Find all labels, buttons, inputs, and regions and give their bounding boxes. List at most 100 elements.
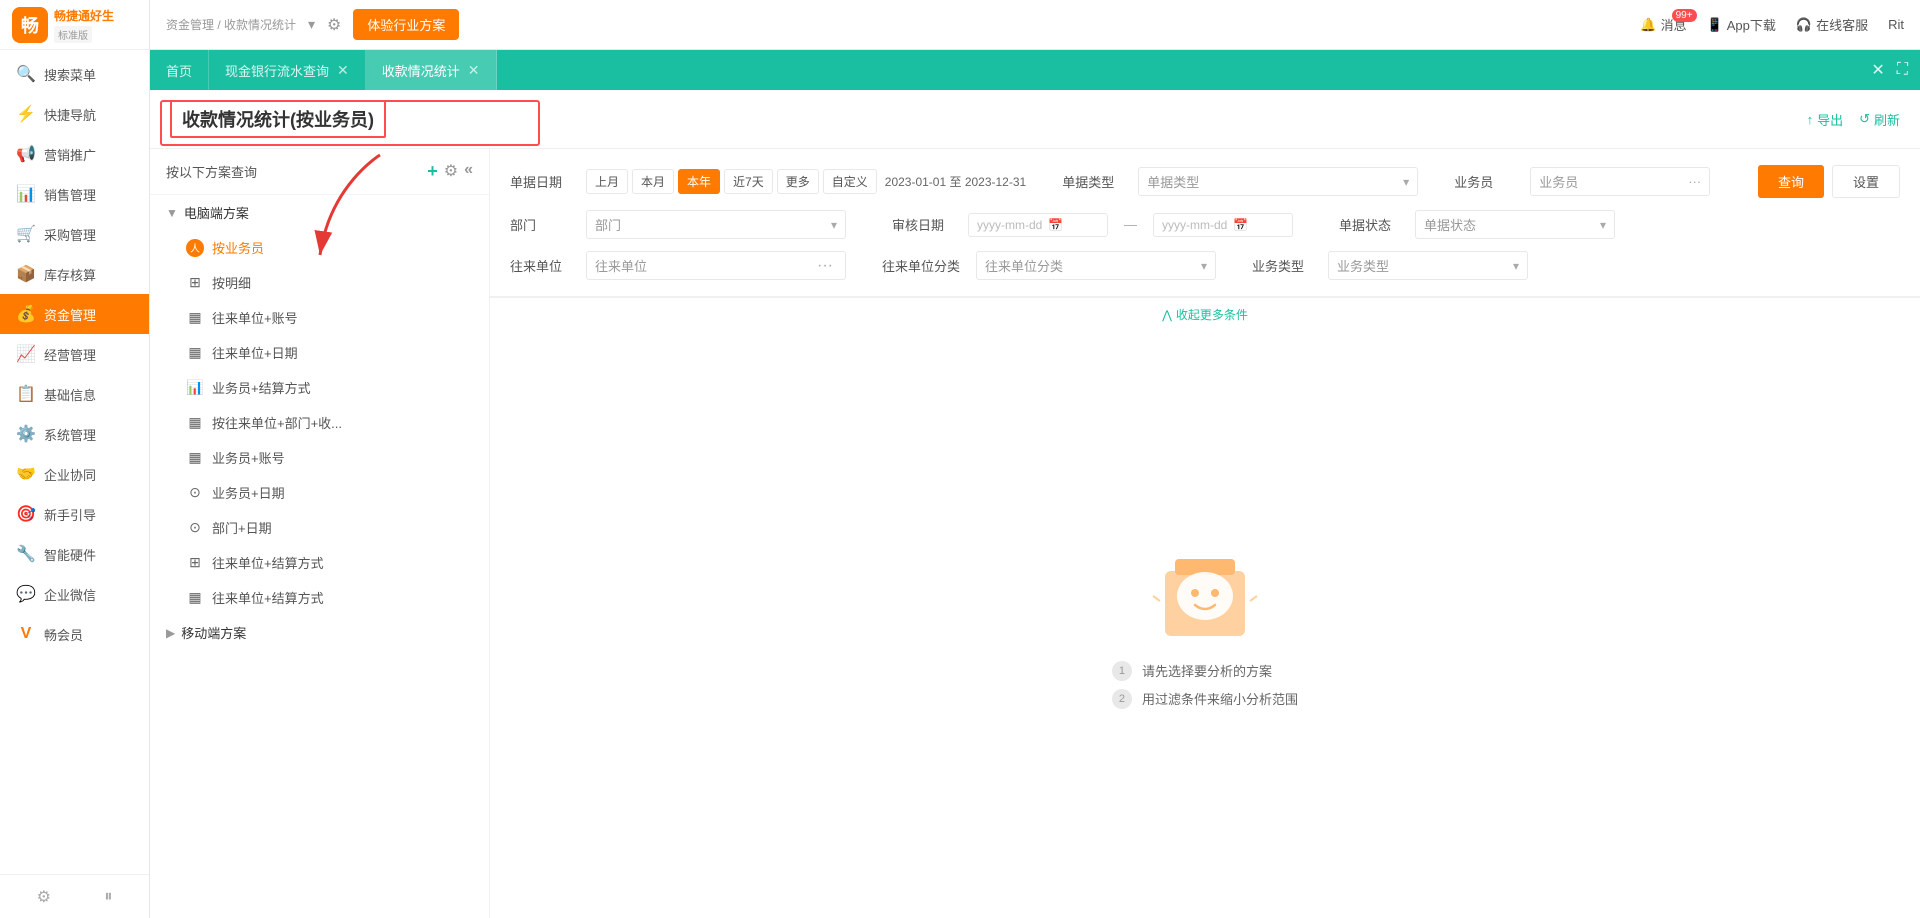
sidebar-item-inventory[interactable]: 📦 库存核算	[0, 254, 149, 294]
sidebar-item-quicknav[interactable]: ⚡ 快捷导航	[0, 94, 149, 134]
scheme-item-partner-settle1[interactable]: ⊞ 往来单位+结算方式	[150, 545, 489, 580]
salesperson-label: 业务员	[1454, 172, 1514, 191]
sidebar-item-label: 资金管理	[44, 305, 96, 324]
sidebar-item-label: 企业微信	[44, 585, 96, 604]
breadcrumb: 资金管理 / 收款情况统计	[166, 16, 296, 33]
date-btn-this-year[interactable]: 本年	[678, 169, 720, 194]
table3-icon: ▦	[186, 414, 204, 432]
empty-state: 1 请先选择要分析的方案 2 用过滤条件来缩小分析范围	[490, 331, 1920, 918]
sidebar-item-sales[interactable]: 📊 销售管理	[0, 174, 149, 214]
sidebar-item-hardware[interactable]: 🔧 智能硬件	[0, 534, 149, 574]
sidebar-item-guide[interactable]: 🎯 新手引导	[0, 494, 149, 534]
scheme-settings-button[interactable]: ⚙	[444, 161, 458, 182]
sidebar-item-label: 畅会员	[44, 625, 83, 644]
header-gear-icon[interactable]: ⚙	[327, 15, 341, 35]
type-select[interactable]: 单据类型 ▾	[1138, 167, 1418, 196]
breadcrumb-dropdown-icon[interactable]: ▾	[308, 16, 315, 33]
scheme-item-salesperson-settle[interactable]: 📊 业务员+结算方式	[150, 370, 489, 405]
review-date-start-input[interactable]: yyyy-mm-dd 📅	[968, 213, 1108, 237]
close-all-tabs-icon[interactable]: ✕	[1871, 60, 1884, 80]
sidebar-item-wechat[interactable]: 💬 企业微信	[0, 574, 149, 614]
review-date-end-input[interactable]: yyyy-mm-dd 📅	[1153, 213, 1293, 237]
sidebar-item-label: 采购管理	[44, 225, 96, 244]
sidebar-item-label: 经营管理	[44, 345, 96, 364]
partner-select[interactable]: 往来单位 ···	[586, 251, 846, 280]
salesperson-select[interactable]: 业务员 ···	[1530, 167, 1710, 196]
message-button[interactable]: 🔔 消息 99+	[1640, 15, 1686, 34]
dept-select[interactable]: 部门 ▾	[586, 210, 846, 239]
scheme-item-salesperson-date[interactable]: ⊙ 业务员+日期	[150, 475, 489, 510]
empty-step-2: 2 用过滤条件来缩小分析范围	[1112, 689, 1298, 709]
scheme-item-partner-account[interactable]: ▦ 往来单位+账号	[150, 300, 489, 335]
scheme-title: 按以下方案查询	[166, 162, 257, 181]
purchase-icon: 🛒	[16, 224, 36, 244]
refresh-button[interactable]: ↺ 刷新	[1859, 110, 1900, 129]
user-info[interactable]: Rit	[1888, 17, 1904, 32]
scheme-item-label: 往来单位+结算方式	[212, 553, 324, 572]
tab-bank-flow[interactable]: 现金银行流水查询 ✕	[209, 50, 366, 90]
sidebar-item-system[interactable]: ⚙️ 系统管理	[0, 414, 149, 454]
nav-list: 🔍 搜索菜单 ⚡ 快捷导航 📢 营销推广 📊 销售管理 🛒 采购管理 📦 库存核…	[0, 50, 149, 874]
collapse-sidebar-icon[interactable]: ⏸	[104, 888, 112, 906]
scheme-item-partner-settle2[interactable]: ▦ 往来单位+结算方式	[150, 580, 489, 615]
sidebar-item-enterprise[interactable]: 🤝 企业协同	[0, 454, 149, 494]
sidebar-item-basic[interactable]: 📋 基础信息	[0, 374, 149, 414]
enterprise-icon: 🤝	[16, 464, 36, 484]
date-btn-custom[interactable]: 自定义	[823, 169, 877, 194]
scheme-item-label: 往来单位+日期	[212, 343, 298, 362]
date-btn-this-month[interactable]: 本月	[632, 169, 674, 194]
tab-receivable-close-icon[interactable]: ✕	[468, 62, 480, 79]
sidebar-item-operation[interactable]: 📈 经营管理	[0, 334, 149, 374]
logo-area: 畅 畅捷通好生 标准版	[0, 0, 149, 50]
expand-tabs-icon[interactable]: ⛶	[1897, 61, 1908, 79]
scheme-item-dept-date[interactable]: ⊙ 部门+日期	[150, 510, 489, 545]
operation-icon: 📈	[16, 344, 36, 364]
scheme-collapse-button[interactable]: «	[464, 161, 473, 182]
trial-button[interactable]: 体验行业方案	[353, 9, 459, 40]
scheme-group-mobile-header[interactable]: ▶ 移动端方案	[150, 615, 489, 650]
query-button[interactable]: 查询	[1758, 165, 1824, 198]
scheme-item-salesperson-account[interactable]: ▦ 业务员+账号	[150, 440, 489, 475]
date-btn-last-month[interactable]: 上月	[586, 169, 628, 194]
online-service-button[interactable]: 🎧 在线客服	[1796, 15, 1868, 34]
tab-receivable[interactable]: 收款情况统计 ✕	[366, 50, 497, 90]
scheme-actions: + ⚙ «	[427, 161, 473, 182]
scheme-item-partner-dept[interactable]: ▦ 按往来单位+部门+收...	[150, 405, 489, 440]
tab-bank-flow-close-icon[interactable]: ✕	[337, 62, 349, 79]
partner-category-chevron-icon: ▾	[1201, 259, 1207, 273]
search-icon: 🔍	[16, 64, 36, 84]
set-button[interactable]: 设置	[1832, 165, 1900, 198]
sidebar-item-marketing[interactable]: 📢 营销推广	[0, 134, 149, 174]
app-download-button[interactable]: 📱 App下载	[1707, 15, 1776, 34]
settings-bottom-icon[interactable]: ⚙	[37, 887, 51, 907]
page-title: 收款情况统计(按业务员)	[170, 100, 386, 138]
clock2-icon: ⊙	[186, 519, 204, 537]
hardware-icon: 🔧	[16, 544, 36, 564]
sidebar-item-vip[interactable]: V 畅会员	[0, 614, 149, 654]
tab-home[interactable]: 首页	[150, 50, 209, 90]
scheme-item-by-salesperson[interactable]: 人 按业务员	[150, 230, 489, 265]
date-btn-7days[interactable]: 近7天	[724, 169, 773, 194]
date-range-display: 2023-01-01 至 2023-12-31	[885, 173, 1026, 190]
sidebar-item-search[interactable]: 🔍 搜索菜单	[0, 54, 149, 94]
partner-category-select[interactable]: 往来单位分类 ▾	[976, 251, 1216, 280]
scheme-add-button[interactable]: +	[427, 161, 438, 182]
status-select[interactable]: 单据状态 ▾	[1415, 210, 1615, 239]
header-right: 🔔 消息 99+ 📱 App下载 🎧 在线客服 Rit	[1640, 15, 1904, 34]
system-icon: ⚙️	[16, 424, 36, 444]
chevron-up-icon: ⋀	[1162, 308, 1172, 322]
scheme-item-partner-date[interactable]: ▦ 往来单位+日期	[150, 335, 489, 370]
step-2-text: 用过滤条件来缩小分析范围	[1142, 689, 1298, 708]
date-btn-more[interactable]: 更多	[777, 169, 819, 194]
tabs-bar-right: ✕ ⛶	[1859, 50, 1920, 90]
scheme-group-desktop-header[interactable]: ▼ 电脑端方案	[150, 195, 489, 230]
header-left: 资金管理 / 收款情况统计 ▾ ⚙ 体验行业方案	[166, 9, 459, 40]
sidebar-item-finance[interactable]: 💰 资金管理	[0, 294, 149, 334]
export-button[interactable]: ↑ 导出	[1807, 110, 1844, 129]
biz-type-select[interactable]: 业务类型 ▾	[1328, 251, 1528, 280]
empty-step-1: 1 请先选择要分析的方案	[1112, 661, 1298, 681]
sidebar-item-purchase[interactable]: 🛒 采购管理	[0, 214, 149, 254]
collapse-bar[interactable]: ⋀ 收起更多条件	[490, 297, 1920, 331]
scheme-item-by-detail[interactable]: ⊞ 按明细	[150, 265, 489, 300]
logo-text: 畅捷通好生	[54, 7, 114, 24]
